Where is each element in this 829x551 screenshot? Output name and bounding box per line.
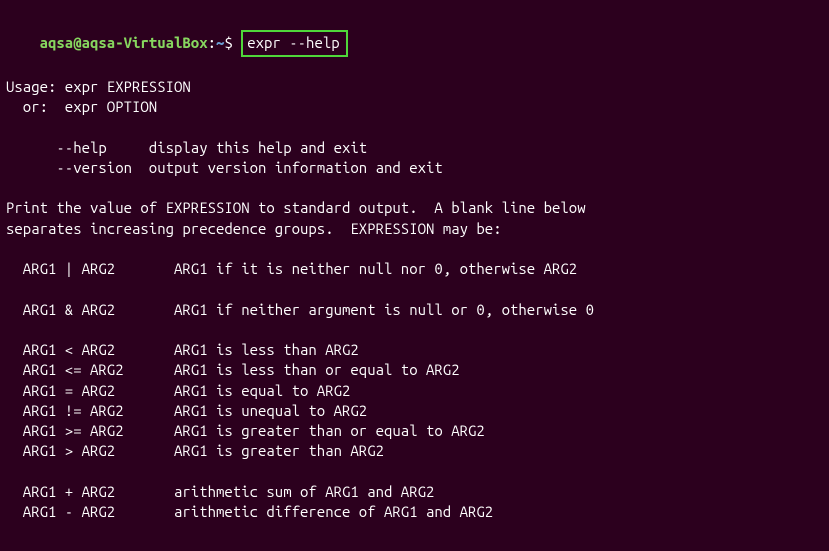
output-line: --help display this help and exit (6, 138, 823, 158)
output-line: separates increasing precedence groups. … (6, 219, 823, 239)
prompt-line: aqsa@aqsa-VirtualBox:~$ expr --help (6, 10, 823, 77)
prompt-symbol: $ (224, 34, 232, 51)
terminal-window[interactable]: aqsa@aqsa-VirtualBox:~$ expr --help Usag… (6, 10, 823, 522)
output-line: ARG1 < ARG2 ARG1 is less than ARG2 (6, 340, 823, 360)
output-line: ARG1 <= ARG2 ARG1 is less than or equal … (6, 360, 823, 380)
user-host: aqsa@aqsa-VirtualBox (40, 34, 208, 51)
output-line: ARG1 >= ARG2 ARG1 is greater than or equ… (6, 421, 823, 441)
output-blank (6, 239, 823, 259)
output-blank (6, 320, 823, 340)
output-line: or: expr OPTION (6, 97, 823, 117)
output-blank (6, 178, 823, 198)
output-line: ARG1 - ARG2 arithmetic difference of ARG… (6, 502, 823, 522)
output-blank (6, 462, 823, 482)
output-line: ARG1 = ARG2 ARG1 is equal to ARG2 (6, 381, 823, 401)
output-line: ARG1 | ARG2 ARG1 if it is neither null n… (6, 259, 823, 279)
output-line: ARG1 & ARG2 ARG1 if neither argument is … (6, 300, 823, 320)
output-line: Print the value of EXPRESSION to standar… (6, 198, 823, 218)
output-blank (6, 279, 823, 299)
output-line: ARG1 != ARG2 ARG1 is unequal to ARG2 (6, 401, 823, 421)
command-highlight-box: expr --help (241, 30, 347, 56)
output-blank (6, 117, 823, 137)
output-line: --version output version information and… (6, 158, 823, 178)
output-line: ARG1 + ARG2 arithmetic sum of ARG1 and A… (6, 482, 823, 502)
command-text: expr --help (247, 34, 339, 51)
output-line: ARG1 > ARG2 ARG1 is greater than ARG2 (6, 441, 823, 461)
output-line: Usage: expr EXPRESSION (6, 77, 823, 97)
prompt-colon: : (208, 34, 216, 51)
